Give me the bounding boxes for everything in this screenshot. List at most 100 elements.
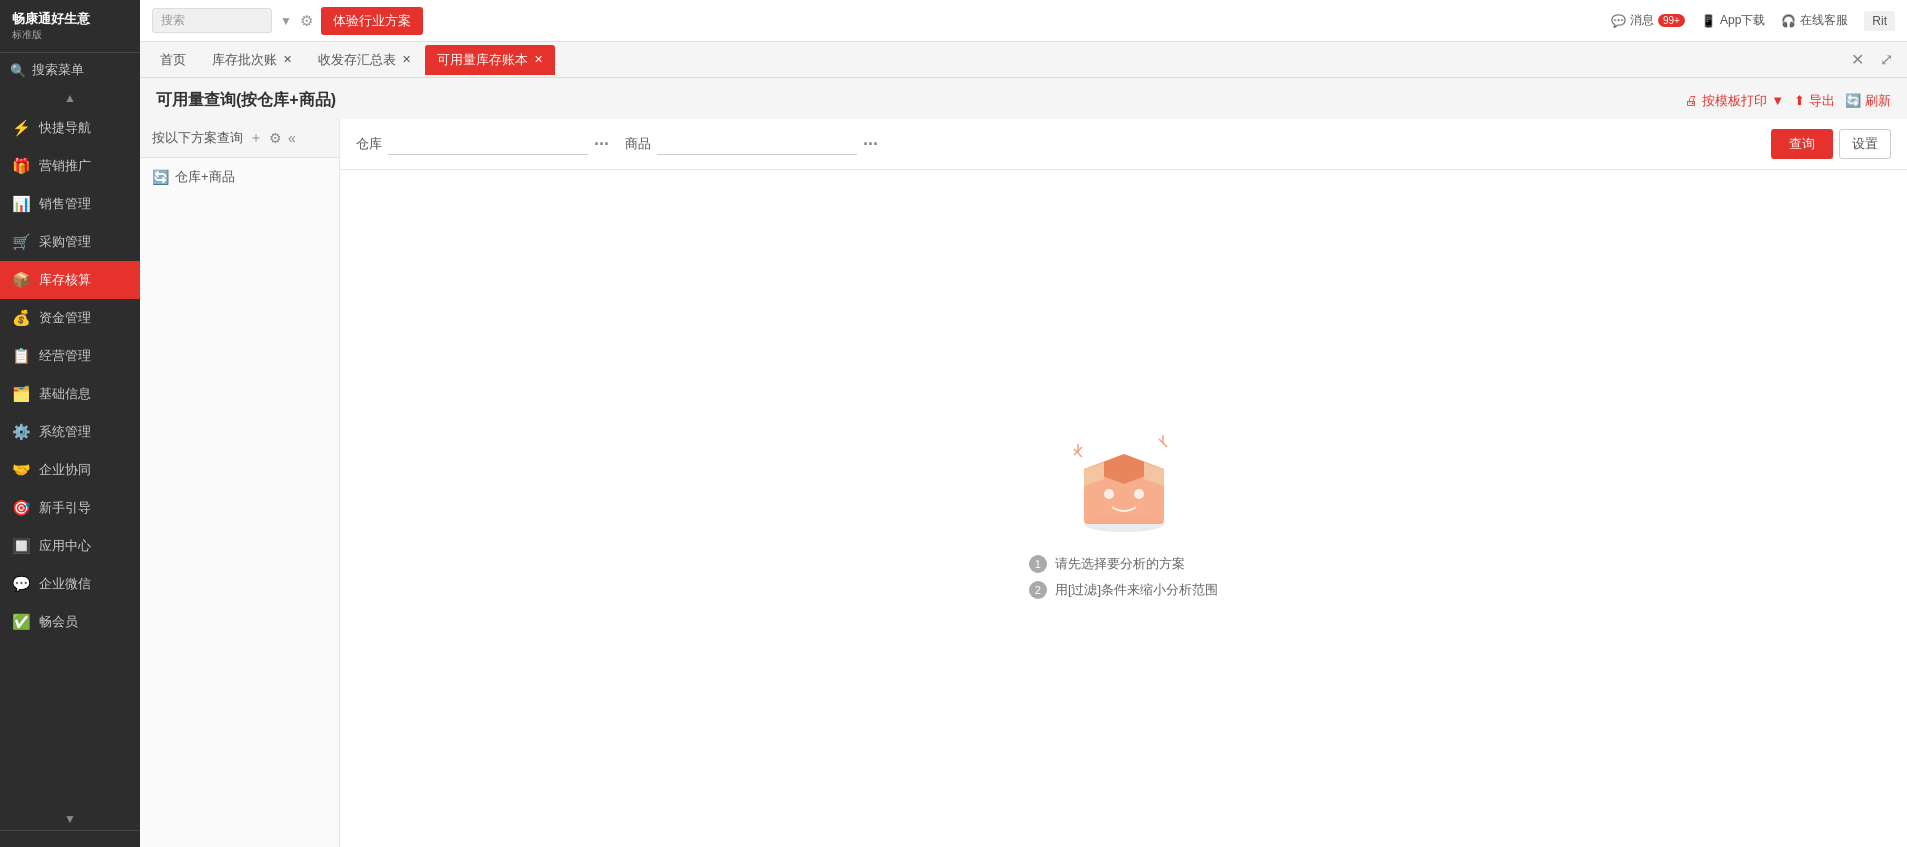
sidebar-item-inventory[interactable]: 📦库存核算 bbox=[0, 261, 140, 299]
msg-icon: 💬 bbox=[1611, 14, 1626, 28]
goods-more-btn[interactable]: ··· bbox=[863, 134, 878, 155]
goods-input[interactable] bbox=[657, 133, 857, 155]
app-label: App下载 bbox=[1720, 12, 1765, 29]
search-icon: 🔍 bbox=[10, 63, 26, 78]
sidebar-item-wechat[interactable]: 💬企业微信 bbox=[0, 565, 140, 603]
operation-icon: 📋 bbox=[12, 347, 31, 365]
sidebar-item-enterprise[interactable]: 🤝 企业协同 bbox=[0, 451, 140, 489]
empty-illustration bbox=[1064, 419, 1184, 539]
app-center-label: 应用中心 bbox=[39, 537, 91, 555]
sidebar-item-finance[interactable]: 💰 资金管理 bbox=[0, 299, 140, 337]
warehouse-input[interactable] bbox=[388, 133, 588, 155]
topbar-app[interactable]: 📱 App下载 bbox=[1701, 12, 1765, 29]
tab-close-recv-summary[interactable]: ✕ bbox=[402, 53, 411, 66]
sidebar-item-sales[interactable]: 📊销售管理 bbox=[0, 185, 140, 223]
close-tab-btn[interactable]: ✕ bbox=[1845, 48, 1870, 71]
finance-icon: 💰 bbox=[12, 309, 31, 327]
add-scheme-btn[interactable]: ＋ bbox=[249, 129, 263, 147]
logo-sub: 标准版 bbox=[12, 28, 128, 42]
refresh-action[interactable]: 🔄 刷新 bbox=[1845, 92, 1891, 110]
tip-num-2: 2 bbox=[1029, 581, 1047, 599]
sidebar-item-member[interactable]: ✅畅会员 bbox=[0, 603, 140, 641]
guide-label: 新手引导 bbox=[39, 499, 91, 517]
member-label: 畅会员 bbox=[39, 613, 78, 631]
tip-num-1: 1 bbox=[1029, 555, 1047, 573]
purchase-icon: 🛒 bbox=[12, 233, 31, 251]
topbar-msg[interactable]: 💬 消息 99+ bbox=[1611, 12, 1685, 29]
filter-actions: 查询 设置 bbox=[1771, 129, 1891, 159]
tab-label-recv-summary: 收发存汇总表 bbox=[318, 51, 396, 69]
sidebar-nav: ⚡ 快捷导航 🎁营销推广📊销售管理 🛒 采购管理 📦库存核算 💰 资金管理 📋 经营管理 🗂️基础信… bbox=[0, 109, 140, 808]
print-action[interactable]: 🖨 按模板打印 ▼ bbox=[1685, 92, 1784, 110]
sidebar-scroll-down[interactable]: ▼ bbox=[0, 808, 140, 830]
tab-available-ledger[interactable]: 可用量库存账本 ✕ bbox=[425, 45, 555, 75]
sidebar-item-guide[interactable]: 🎯 新手引导 bbox=[0, 489, 140, 527]
tab-close-batch-ledger[interactable]: ✕ bbox=[283, 53, 292, 66]
topbar-chevron-icon[interactable]: ▼ bbox=[280, 14, 292, 28]
export-action[interactable]: ⬆ 导出 bbox=[1794, 92, 1835, 110]
empty-tip-2: 2 用[过滤]条件来缩小分析范围 bbox=[1029, 581, 1218, 599]
app-center-icon: 🔲 bbox=[12, 537, 31, 555]
print-label: 按模板打印 bbox=[1702, 92, 1767, 110]
refresh-label: 刷新 bbox=[1865, 92, 1891, 110]
sidebar-search[interactable]: 🔍 搜索菜单 bbox=[0, 53, 140, 87]
service-label: 在线客服 bbox=[1800, 12, 1848, 29]
logo-title: 畅康通好生意 bbox=[12, 10, 128, 28]
settings-scheme-btn[interactable]: ⚙ bbox=[269, 130, 282, 146]
sidebar-item-app-center[interactable]: 🔲 应用中心 bbox=[0, 527, 140, 565]
tab-batch-ledger[interactable]: 库存批次账 ✕ bbox=[200, 45, 304, 75]
finance-label: 资金管理 bbox=[39, 309, 91, 327]
sidebar-item-purchase[interactable]: 🛒 采购管理 bbox=[0, 223, 140, 261]
operation-label: 经营管理 bbox=[39, 347, 91, 365]
industry-btn[interactable]: 体验行业方案 bbox=[321, 7, 423, 35]
sidebar: 畅康通好生意 标准版 🔍 搜索菜单 ▲ ⚡ 快捷导航 🎁营销推广📊销售管理 🛒 采购管理… bbox=[0, 0, 140, 847]
main-area: 搜索 ▼ ⚙ 体验行业方案 💬 消息 99+ 📱 App下载 🎧 在线客服 Ri… bbox=[140, 0, 1907, 847]
scheme-item[interactable]: 🔄 仓库+商品 bbox=[140, 158, 339, 196]
tab-home[interactable]: 首页 bbox=[148, 45, 198, 75]
refresh-icon: 🔄 bbox=[1845, 93, 1861, 108]
query-btn[interactable]: 查询 bbox=[1771, 129, 1833, 159]
expand-tab-btn[interactable]: ⤢ bbox=[1874, 48, 1899, 71]
sidebar-search-label: 搜索菜单 bbox=[32, 61, 84, 79]
quick-nav-label: 快捷导航 bbox=[39, 119, 91, 137]
tab-label-available-ledger: 可用量库存账本 bbox=[437, 51, 528, 69]
sidebar-item-system[interactable]: ⚙️系统管理 bbox=[0, 413, 140, 451]
purchase-label: 采购管理 bbox=[39, 233, 91, 251]
collapse-scheme-btn[interactable]: « bbox=[288, 130, 296, 146]
tab-label-batch-ledger: 库存批次账 bbox=[212, 51, 277, 69]
page-actions: 🖨 按模板打印 ▼ ⬆ 导出 🔄 刷新 bbox=[1685, 92, 1891, 110]
sidebar-item-operation[interactable]: 📋 经营管理 bbox=[0, 337, 140, 375]
quick-nav-icon: ⚡ bbox=[12, 119, 31, 137]
sidebar-scroll-up[interactable]: ▲ bbox=[0, 87, 140, 109]
goods-filter-group: 商品 ··· bbox=[625, 133, 878, 155]
marketing-icon: 🎁 bbox=[12, 157, 31, 175]
topbar-gear-icon[interactable]: ⚙ bbox=[300, 12, 313, 30]
tab-close-available-ledger[interactable]: ✕ bbox=[534, 53, 543, 66]
sales-label: 销售管理 bbox=[39, 195, 91, 213]
msg-label: 消息 bbox=[1630, 12, 1654, 29]
topbar-search-box[interactable]: 搜索 bbox=[152, 8, 272, 33]
warehouse-more-btn[interactable]: ··· bbox=[594, 134, 609, 155]
left-panel: 按以下方案查询 ＋ ⚙ « 🔄 仓库+商品 bbox=[140, 119, 340, 847]
enterprise-label: 企业协同 bbox=[39, 461, 91, 479]
topbar: 搜索 ▼ ⚙ 体验行业方案 💬 消息 99+ 📱 App下载 🎧 在线客服 Ri… bbox=[140, 0, 1907, 42]
sidebar-item-quick-nav[interactable]: ⚡ 快捷导航 bbox=[0, 109, 140, 147]
sidebar-item-marketing[interactable]: 🎁营销推广 bbox=[0, 147, 140, 185]
empty-svg bbox=[1064, 419, 1184, 539]
sidebar-item-basic-info[interactable]: 🗂️基础信息 bbox=[0, 375, 140, 413]
empty-tip-1: 1 请先选择要分析的方案 bbox=[1029, 555, 1218, 573]
scheme-header: 按以下方案查询 ＋ ⚙ « bbox=[140, 119, 339, 158]
export-label: 导出 bbox=[1809, 92, 1835, 110]
service-icon: 🎧 bbox=[1781, 14, 1796, 28]
tab-recv-summary[interactable]: 收发存汇总表 ✕ bbox=[306, 45, 423, 75]
topbar-user[interactable]: Rit bbox=[1864, 11, 1895, 31]
print-chevron-icon[interactable]: ▼ bbox=[1771, 93, 1784, 108]
settings-btn[interactable]: 设置 bbox=[1839, 129, 1891, 159]
inventory-icon: 📦 bbox=[12, 271, 31, 289]
topbar-service[interactable]: 🎧 在线客服 bbox=[1781, 12, 1848, 29]
print-icon: 🖨 bbox=[1685, 93, 1698, 108]
guide-icon: 🎯 bbox=[12, 499, 31, 517]
enterprise-icon: 🤝 bbox=[12, 461, 31, 479]
system-icon: ⚙️ bbox=[12, 423, 31, 441]
scheme-item-label: 仓库+商品 bbox=[175, 168, 235, 186]
